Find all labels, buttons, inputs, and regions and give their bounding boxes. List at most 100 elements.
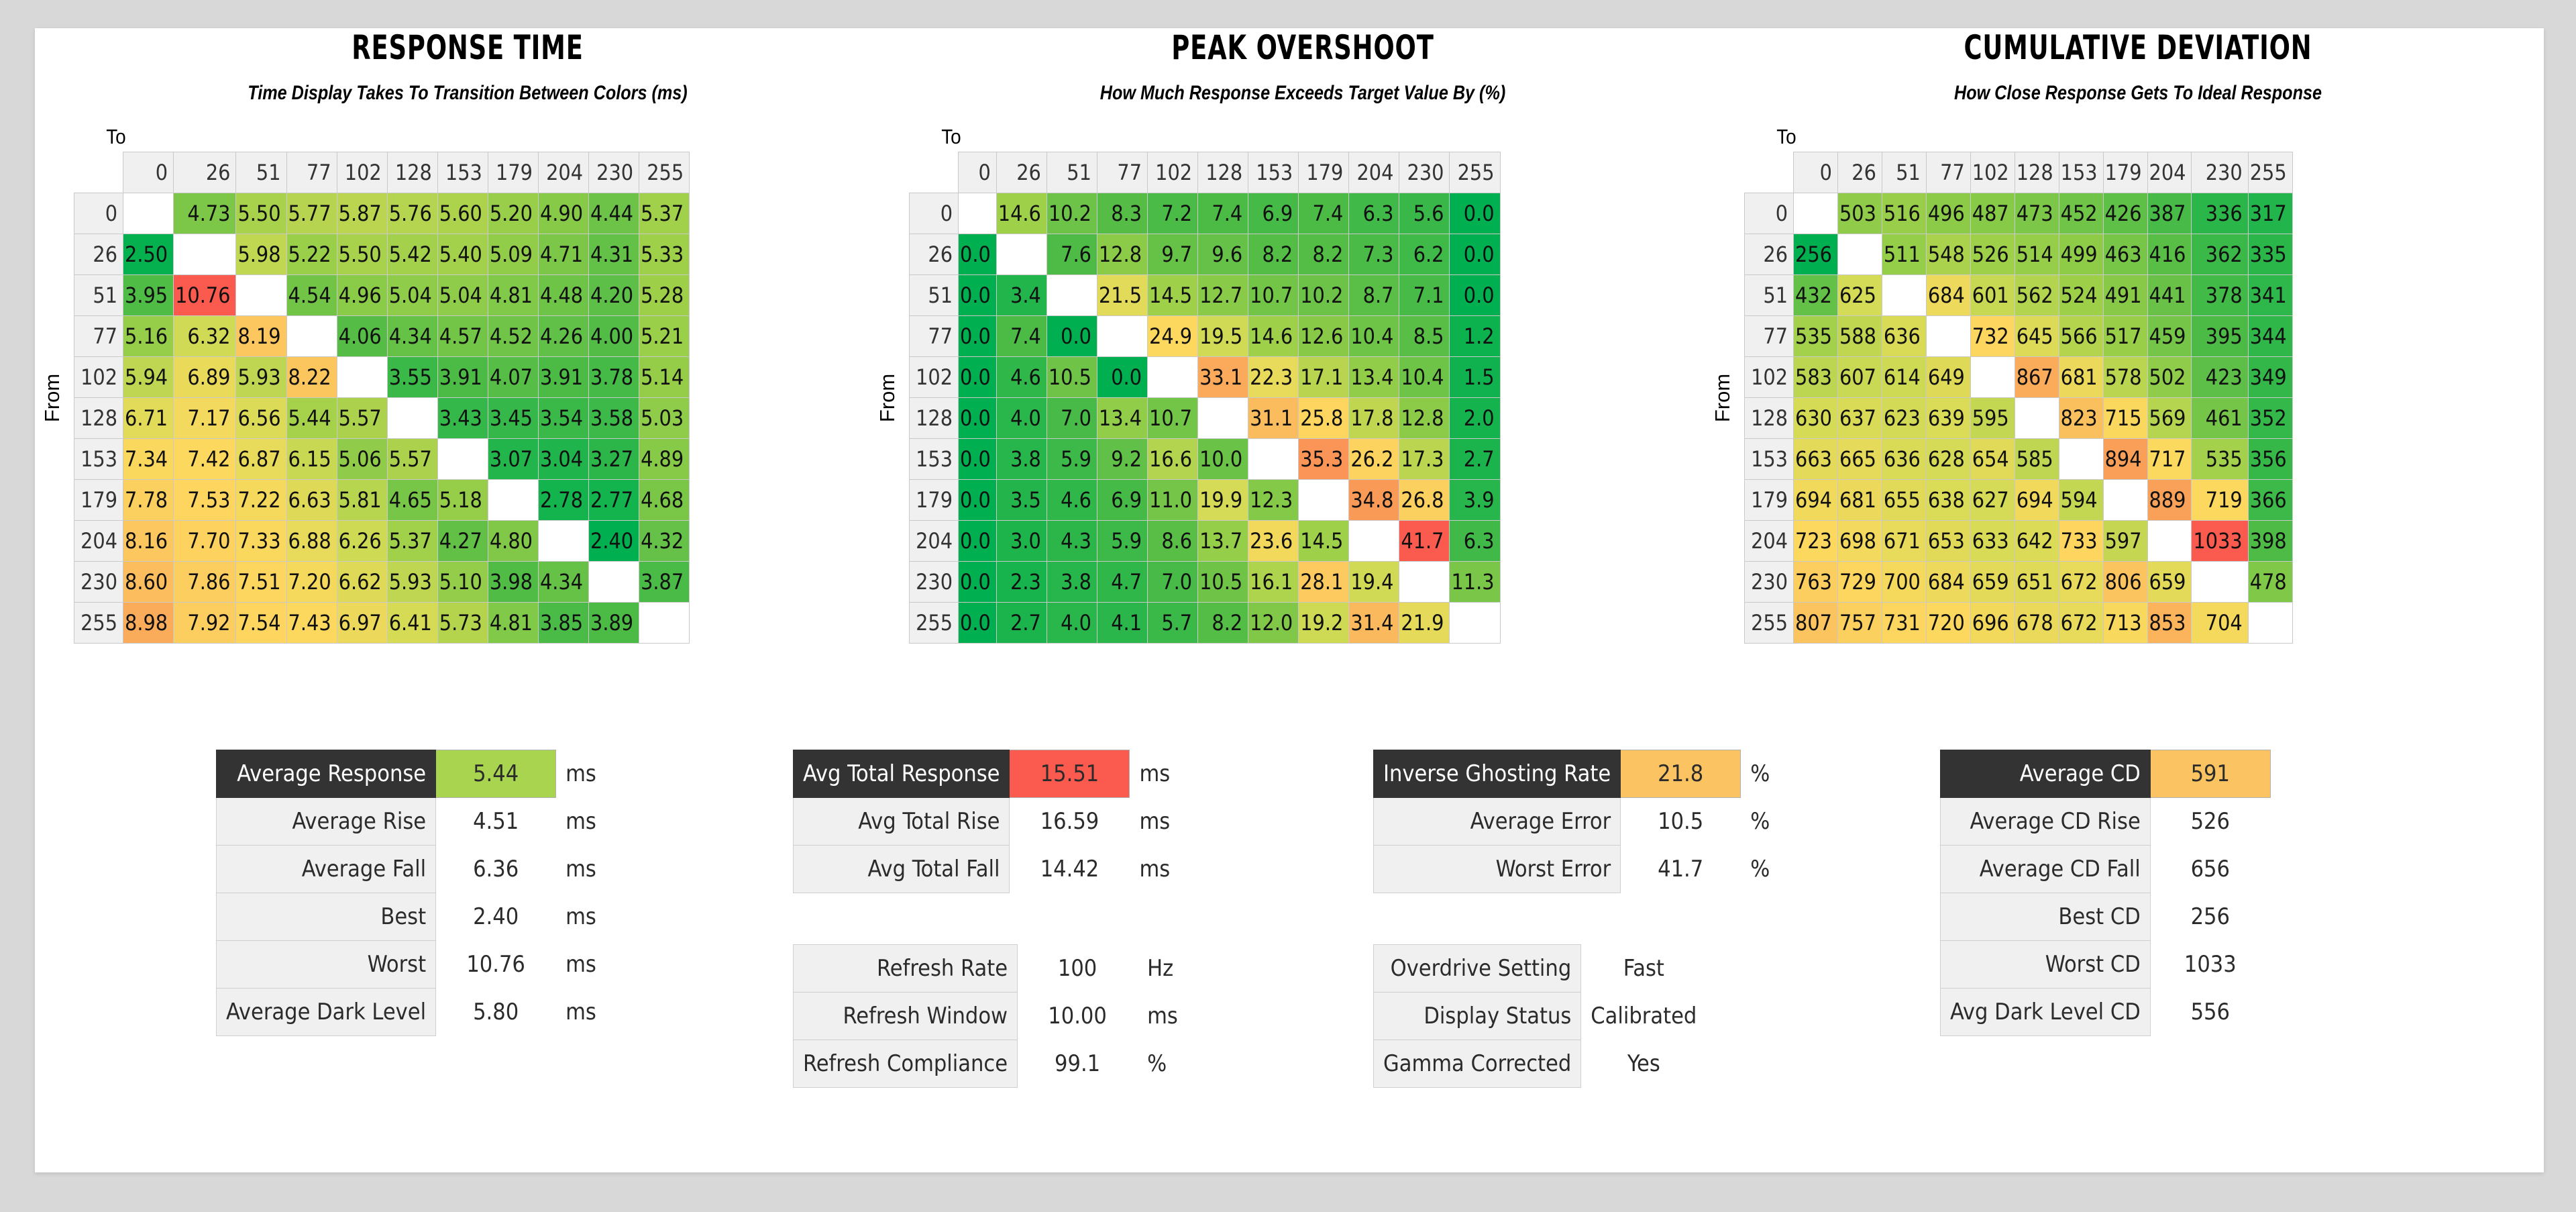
- matrix-cell: 636: [1881, 315, 1927, 357]
- matrix-cell: 5.21: [639, 315, 690, 357]
- matrix-cell-empty: [1298, 479, 1350, 521]
- matrix-cell: 7.42: [173, 438, 237, 480]
- matrix-cell-empty: [2058, 438, 2104, 480]
- matrix-cell: 12.7: [1197, 274, 1249, 316]
- matrix-cell: 3.4: [996, 274, 1047, 316]
- summary-label: Avg Total Fall: [792, 845, 1010, 893]
- matrix-cell: 4.80: [487, 520, 539, 562]
- row-header-204: 204: [909, 520, 959, 562]
- matrix-cell-empty: [639, 602, 690, 644]
- matrix-cell: 10.76: [173, 274, 237, 316]
- summary-label: Avg Dark Level CD: [1940, 988, 2151, 1036]
- matrix-cell: 4.65: [386, 479, 438, 521]
- matrix-cell: 461: [2191, 397, 2249, 439]
- matrix-cell: 3.27: [588, 438, 640, 480]
- summary-label: Refresh Compliance: [792, 1040, 1018, 1088]
- matrix-cell: 22.3: [1248, 356, 1299, 398]
- panel-subtitle-response-time: Time Display Takes To Transition Between…: [248, 82, 688, 104]
- summary-unit: [2270, 893, 2363, 941]
- matrix-cell: 491: [2102, 274, 2148, 316]
- matrix-cell: 4.44: [588, 193, 640, 234]
- table-row: 102 583 607 614 649 867 681 578 502 423 349: [1744, 356, 2293, 398]
- matrix-cell: 7.53: [173, 479, 237, 521]
- row-header-128: 128: [909, 397, 959, 439]
- matrix-cell: 5.20: [487, 193, 539, 234]
- matrix-cell: 867: [2014, 356, 2059, 398]
- matrix-cell: 633: [1970, 520, 2015, 562]
- matrix-cell: 3.43: [437, 397, 488, 439]
- matrix-cell: 10.0: [1197, 438, 1249, 480]
- matrix-cell: 7.4: [1197, 193, 1249, 234]
- matrix-cell: 13.4: [1096, 397, 1148, 439]
- column-header-0: 0: [1793, 152, 1838, 193]
- matrix-cell: 0.0: [958, 274, 997, 316]
- summary-label: Avg Total Rise: [792, 797, 1010, 846]
- table-row: 255 0.0 2.7 4.0 4.1 5.7 8.2 12.0 19.2 31.4 21.9: [909, 602, 1501, 644]
- matrix-cell: 4.81: [487, 602, 539, 644]
- panel-title-response-time: RESPONSE TIME: [352, 28, 584, 67]
- axis-label-to-2: To: [1776, 125, 1796, 148]
- matrix-cell: 11.3: [1449, 561, 1501, 603]
- matrix-cell: 0.0: [958, 397, 997, 439]
- panel-peak-overshoot: PEAK OVERSHOOT How Much Response Exceeds…: [870, 28, 1735, 647]
- matrix-cell-empty: [235, 274, 287, 316]
- summary-unit: [1707, 993, 1800, 1040]
- table-row: 26 2.50 5.98 5.22 5.50 5.42 5.40 5.09 4.71 4.31 5.…: [74, 234, 690, 275]
- matrix-cell: 378: [2191, 274, 2249, 316]
- matrix-cell: 13.7: [1197, 520, 1249, 562]
- matrix-cell-empty: [2191, 561, 2249, 603]
- matrix-cell: 6.62: [336, 561, 388, 603]
- matrix-cell: 5.40: [437, 234, 488, 275]
- summary-value: 526: [2190, 808, 2230, 835]
- column-header-255: 255: [639, 152, 690, 193]
- matrix-cell: 352: [2247, 397, 2293, 439]
- summary-area: Average Response 5.44 ms Average Rise 4.51 ms…: [35, 750, 2544, 1166]
- matrix-cell: 4.06: [336, 315, 388, 357]
- matrix-cell: 28.1: [1298, 561, 1350, 603]
- column-header-102: 102: [1146, 152, 1199, 193]
- matrix-cell: 672: [2058, 561, 2104, 603]
- ghosting-summary-table: Inverse Ghosting Rate 21.8% Average Error 1…: [1373, 750, 1834, 893]
- matrix-cell: 7.33: [235, 520, 287, 562]
- matrix-cell: 639: [1925, 397, 1971, 439]
- summary-value: 15.51: [1009, 750, 1130, 798]
- matrix-cell: 487: [1970, 193, 2015, 234]
- matrix-cell: 317: [2247, 193, 2293, 234]
- matrix-cell: 8.22: [286, 356, 337, 398]
- summary-unit: ms: [566, 856, 596, 882]
- table-row: 102 0.0 4.6 10.5 0.0 33.1 22.3 17.1 13.4 10.4 1.5: [909, 356, 1501, 398]
- matrix-cell: 731: [1881, 602, 1927, 644]
- row-header-51: 51: [909, 274, 959, 316]
- summary-row: Worst 10.76 ms: [215, 940, 649, 989]
- matrix-cell-empty: [2014, 397, 2059, 439]
- matrix-cell: 654: [1970, 438, 2015, 480]
- matrix-cell: 4.07: [487, 356, 539, 398]
- matrix-cell: 3.95: [122, 274, 174, 316]
- matrix-cell: 5.94: [122, 356, 174, 398]
- summary-unit: [1707, 1040, 1800, 1088]
- column-header-255: 255: [1449, 152, 1501, 193]
- table-row: 0 4.73 5.50 5.77 5.87 5.76 5.60 5.20 4.90 4.44 5.3…: [74, 193, 690, 234]
- table-row: 153 0.0 3.8 5.9 9.2 16.6 10.0 35.3 26.2 17.3 2.7: [909, 438, 1501, 480]
- matrix-cell: 698: [1837, 520, 1882, 562]
- matrix-cell: 6.41: [386, 602, 438, 644]
- matrix-cell: 16.6: [1146, 438, 1199, 480]
- matrix-cell: 8.3: [1096, 193, 1148, 234]
- matrix-cell: 3.85: [537, 602, 590, 644]
- matrix-cell: 628: [1925, 438, 1971, 480]
- matrix-cell: 7.0: [1046, 397, 1097, 439]
- row-header-26: 26: [909, 234, 959, 275]
- row-header-128: 128: [74, 397, 123, 439]
- matrix-cell: 10.4: [1348, 315, 1400, 357]
- matrix-cell: 10.4: [1399, 356, 1450, 398]
- matrix-cell: 672: [2058, 602, 2104, 644]
- matrix-cell-empty: [1096, 315, 1148, 357]
- matrix-cell: 9.7: [1146, 234, 1199, 275]
- matrix-cell: 1033: [2191, 520, 2249, 562]
- matrix-cell: 7.22: [235, 479, 287, 521]
- matrix-cell: 14.6: [1248, 315, 1299, 357]
- matrix-cell: 717: [2147, 438, 2192, 480]
- column-header-26: 26: [1837, 152, 1882, 193]
- matrix-cell: 4.57: [437, 315, 488, 357]
- column-header-255: 255: [2247, 152, 2293, 193]
